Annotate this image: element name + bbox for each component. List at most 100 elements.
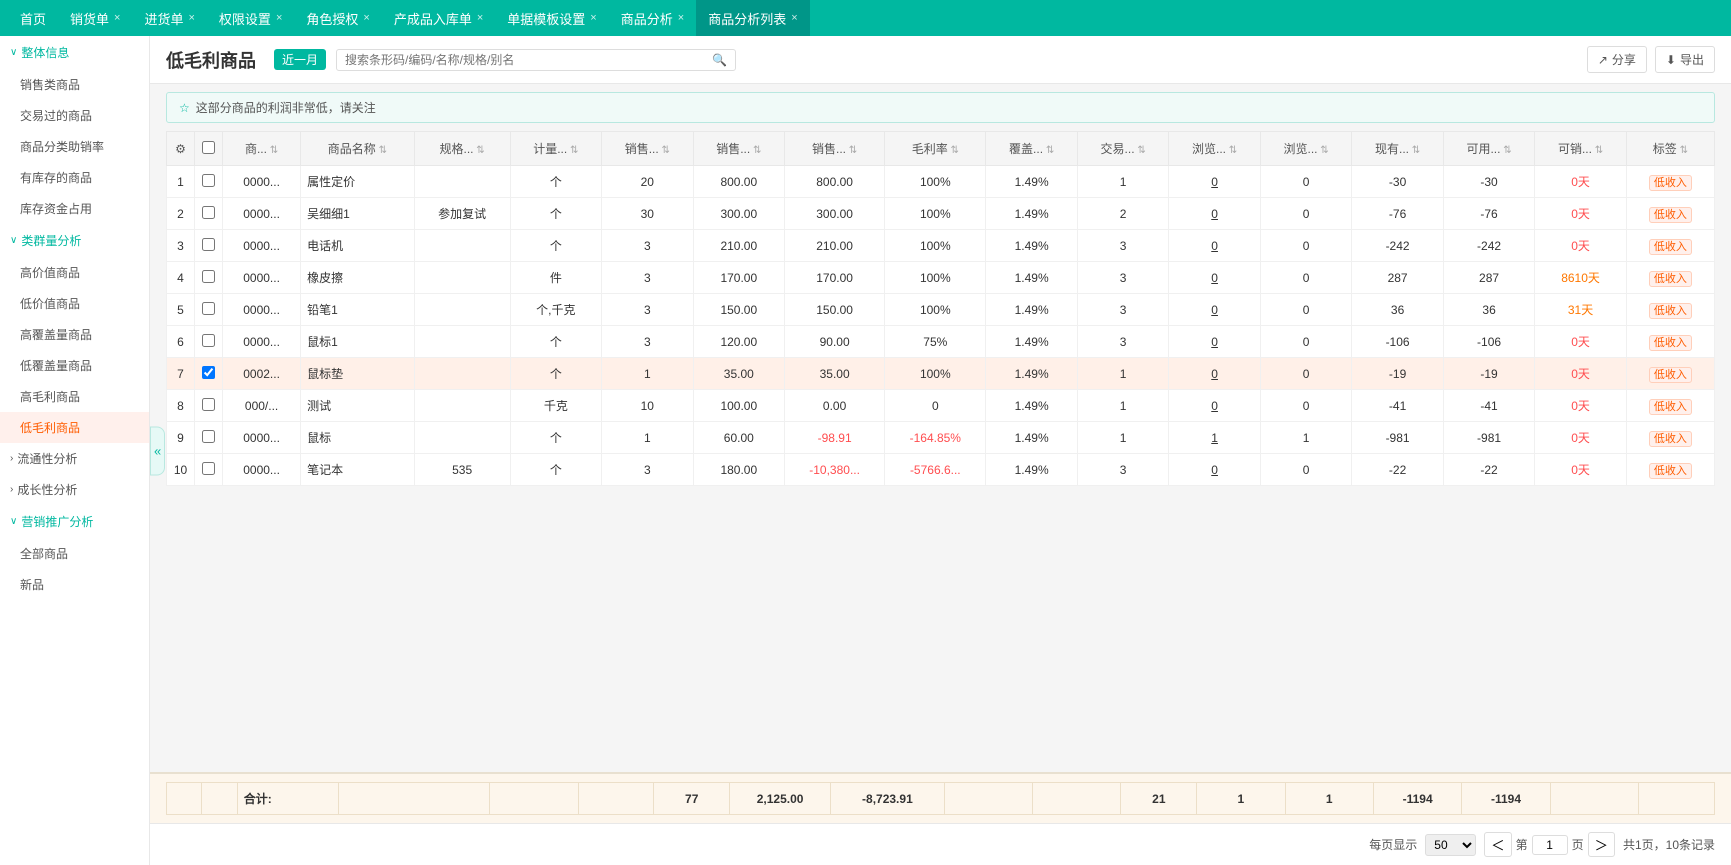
col-available[interactable]: 可用...: [1443, 132, 1534, 166]
cell-checkbox[interactable]: [195, 422, 223, 454]
nav-sales[interactable]: 销货单×: [58, 0, 132, 36]
nav-product-analysis-list[interactable]: 商品分析列表×: [696, 0, 809, 36]
cell-view1[interactable]: 0: [1169, 262, 1260, 294]
sidebar-item-all-products[interactable]: 全部商品: [0, 538, 149, 569]
cell-view1[interactable]: 0: [1169, 230, 1260, 262]
select-all-checkbox[interactable]: [202, 141, 215, 154]
col-checkbox[interactable]: [195, 132, 223, 166]
row-checkbox[interactable]: [202, 270, 215, 283]
row-checkbox[interactable]: [202, 238, 215, 251]
row-checkbox[interactable]: [202, 398, 215, 411]
cell-available: 287: [1443, 262, 1534, 294]
col-sale-qty[interactable]: 销售...: [602, 132, 693, 166]
nav-product-analysis[interactable]: 商品分析×: [609, 0, 696, 36]
cell-checkbox[interactable]: [195, 198, 223, 230]
nav-purchase[interactable]: 进货单×: [132, 0, 206, 36]
cell-checkbox[interactable]: [195, 358, 223, 390]
close-icon[interactable]: ×: [363, 12, 369, 24]
tag-badge: 低收入: [1649, 335, 1692, 351]
col-sale-amount[interactable]: 销售...: [693, 132, 784, 166]
col-name[interactable]: 商品名称: [301, 132, 415, 166]
sidebar-item-high-coverage[interactable]: 高覆盖量商品: [0, 319, 149, 350]
sidebar-item-low-margin[interactable]: 低毛利商品: [0, 412, 149, 443]
search-input[interactable]: [345, 53, 712, 67]
col-tag[interactable]: 标签: [1626, 132, 1714, 166]
col-transaction[interactable]: 交易...: [1077, 132, 1168, 166]
row-checkbox[interactable]: [202, 334, 215, 347]
row-checkbox[interactable]: [202, 366, 215, 379]
row-checkbox[interactable]: [202, 430, 215, 443]
prev-page-button[interactable]: ＜: [1484, 832, 1511, 857]
sidebar-collapse-button[interactable]: «: [150, 426, 165, 475]
cell-view1[interactable]: 0: [1169, 326, 1260, 358]
time-filter-button[interactable]: 近一月: [274, 49, 326, 70]
col-view2[interactable]: 浏览...: [1260, 132, 1351, 166]
col-current[interactable]: 现有...: [1352, 132, 1443, 166]
col-sale-profit[interactable]: 销售...: [785, 132, 885, 166]
col-coverage[interactable]: 覆盖...: [986, 132, 1077, 166]
row-checkbox[interactable]: [202, 206, 215, 219]
page-input[interactable]: [1532, 835, 1568, 855]
close-icon[interactable]: ×: [590, 12, 596, 24]
cell-view1[interactable]: 0: [1169, 198, 1260, 230]
cell-checkbox[interactable]: [195, 262, 223, 294]
nav-role[interactable]: 角色授权×: [294, 0, 381, 36]
next-page-button[interactable]: ＞: [1588, 832, 1615, 857]
nav-product-inbound[interactable]: 产成品入库单×: [382, 0, 495, 36]
cell-code: 000/...: [223, 390, 301, 422]
cell-sale-qty: 1: [602, 358, 693, 390]
col-saleable[interactable]: 可销...: [1535, 132, 1626, 166]
sidebar-item-high-margin[interactable]: 高毛利商品: [0, 381, 149, 412]
row-checkbox[interactable]: [202, 174, 215, 187]
col-unit[interactable]: 计量...: [510, 132, 601, 166]
col-view1[interactable]: 浏览...: [1169, 132, 1260, 166]
nav-permission[interactable]: 权限设置×: [207, 0, 294, 36]
sidebar-group-circulation-header[interactable]: › 流通性分析: [0, 443, 149, 474]
sidebar-group-cluster-header[interactable]: ∨ 类群量分析: [0, 224, 149, 257]
sidebar-item-in-stock[interactable]: 有库存的商品: [0, 162, 149, 193]
col-spec[interactable]: 规格...: [414, 132, 510, 166]
nav-template[interactable]: 单据模板设置×: [495, 0, 608, 36]
sidebar-group-growth-header[interactable]: › 成长性分析: [0, 474, 149, 505]
sidebar-group-overall-header[interactable]: ∨ 整体信息: [0, 36, 149, 69]
sidebar-item-sales-products[interactable]: 销售类商品: [0, 69, 149, 100]
col-settings[interactable]: ⚙: [167, 132, 195, 166]
cell-code: 0000...: [223, 294, 301, 326]
close-icon[interactable]: ×: [477, 12, 483, 24]
cell-view1[interactable]: 0: [1169, 358, 1260, 390]
close-icon[interactable]: ×: [791, 12, 797, 24]
sidebar-item-low-value[interactable]: 低价值商品: [0, 288, 149, 319]
cell-checkbox[interactable]: [195, 326, 223, 358]
close-icon[interactable]: ×: [276, 12, 282, 24]
sidebar-item-category-sales-rate[interactable]: 商品分类助销率: [0, 131, 149, 162]
cell-checkbox[interactable]: [195, 166, 223, 198]
cell-available: -19: [1443, 358, 1534, 390]
row-checkbox[interactable]: [202, 302, 215, 315]
cell-view1[interactable]: 1: [1169, 422, 1260, 454]
sidebar-item-high-value[interactable]: 高价值商品: [0, 257, 149, 288]
cell-checkbox[interactable]: [195, 454, 223, 486]
col-gross-margin[interactable]: 毛利率: [885, 132, 986, 166]
row-checkbox[interactable]: [202, 462, 215, 475]
export-button[interactable]: ⬇ 导出: [1655, 46, 1715, 73]
cell-view1[interactable]: 0: [1169, 294, 1260, 326]
close-icon[interactable]: ×: [188, 12, 194, 24]
cell-checkbox[interactable]: [195, 294, 223, 326]
share-button[interactable]: ↗ 分享: [1587, 46, 1647, 73]
sidebar-item-traded-products[interactable]: 交易过的商品: [0, 100, 149, 131]
cell-checkbox[interactable]: [195, 230, 223, 262]
sidebar-item-new-products[interactable]: 新品: [0, 569, 149, 600]
search-icon[interactable]: 🔍: [712, 53, 727, 67]
sidebar-group-marketing-header[interactable]: ∨ 营销推广分析: [0, 505, 149, 538]
per-page-select[interactable]: 50 100: [1425, 834, 1476, 856]
cell-checkbox[interactable]: [195, 390, 223, 422]
close-icon[interactable]: ×: [114, 12, 120, 24]
cell-view1[interactable]: 0: [1169, 454, 1260, 486]
nav-home[interactable]: 首页: [8, 0, 58, 36]
sidebar-item-low-coverage[interactable]: 低覆盖量商品: [0, 350, 149, 381]
cell-view1[interactable]: 0: [1169, 166, 1260, 198]
sidebar-item-inventory-capital[interactable]: 库存资金占用: [0, 193, 149, 224]
cell-view1[interactable]: 0: [1169, 390, 1260, 422]
close-icon[interactable]: ×: [678, 12, 684, 24]
col-code[interactable]: 商...: [223, 132, 301, 166]
